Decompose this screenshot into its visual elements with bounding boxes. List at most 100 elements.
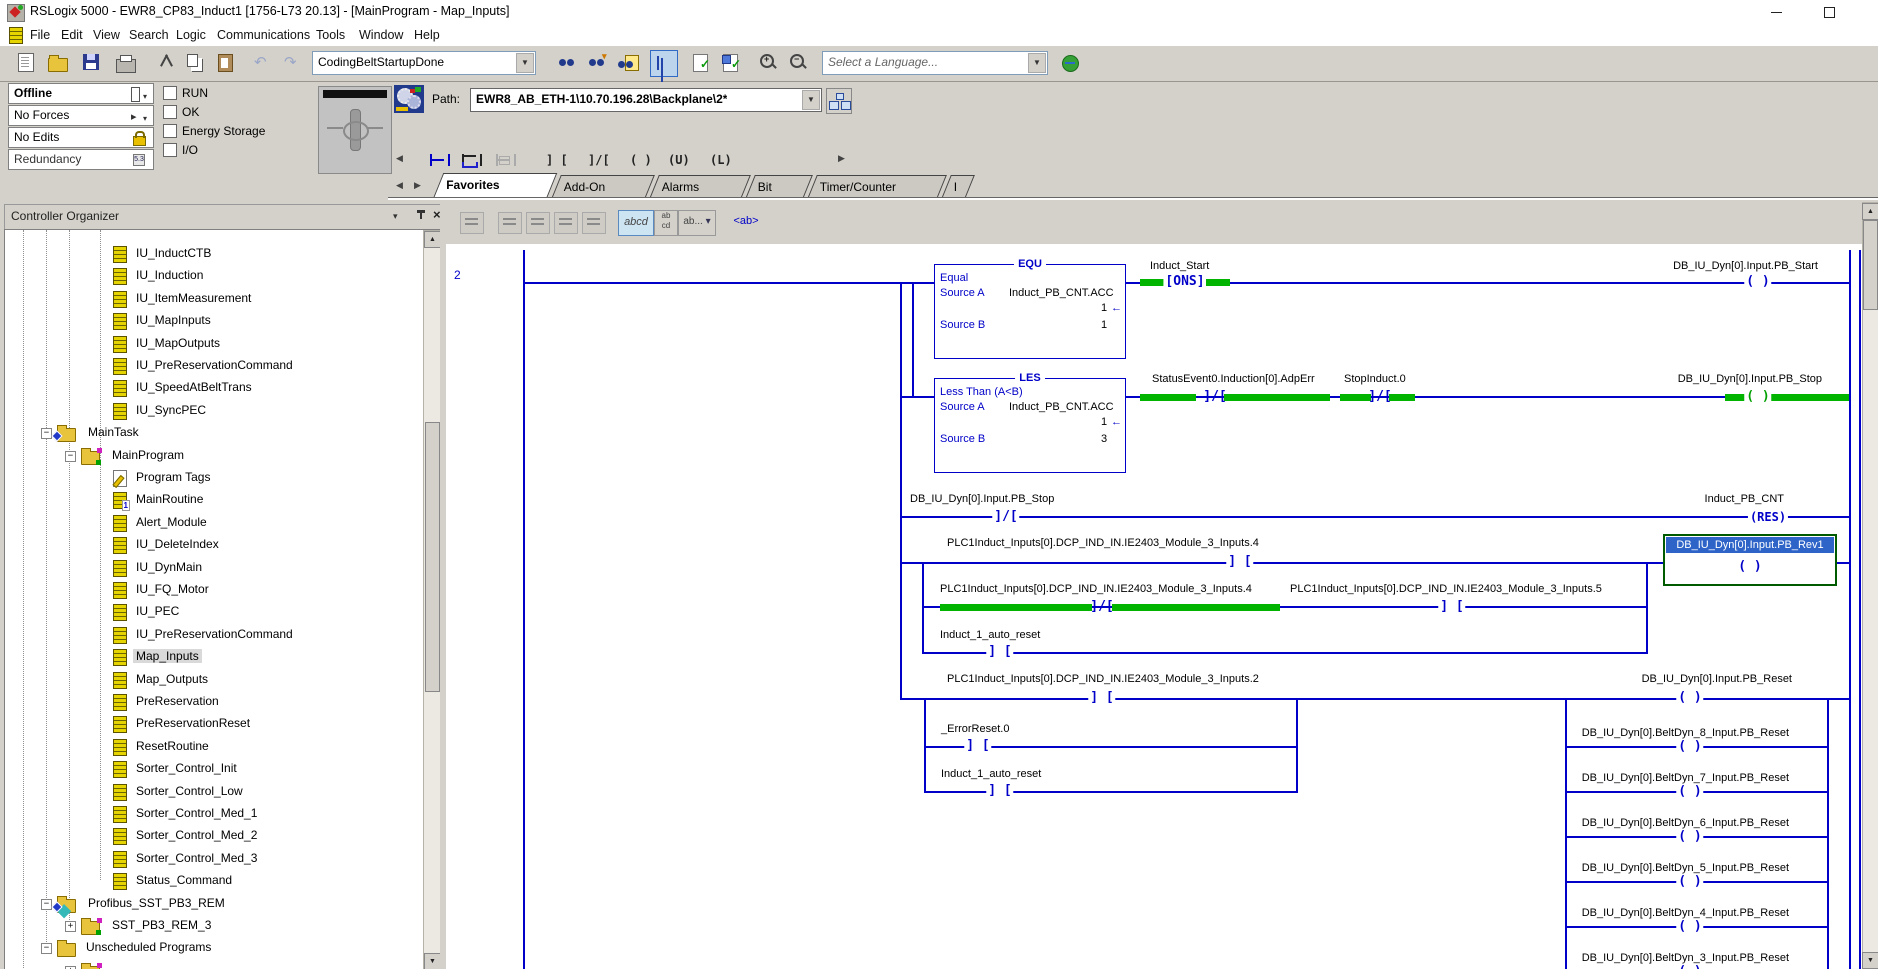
tag-label[interactable]: StopInduct.0 xyxy=(1344,373,1406,385)
tree-expander-icon[interactable]: − xyxy=(41,943,52,955)
tree-item-IU_InductCTB[interactable]: IU_InductCTB xyxy=(5,243,425,265)
find-icon[interactable] xyxy=(556,51,581,75)
tree-item-Sorter_Control_Init[interactable]: Sorter_Control_Init xyxy=(5,758,425,780)
tag-display-toggle[interactable]: <ab> xyxy=(728,210,764,234)
output-coil[interactable]: ( ) xyxy=(1676,965,1704,969)
menu-search[interactable]: Search xyxy=(125,27,173,43)
tree-item-IU_PEC[interactable]: IU_PEC xyxy=(5,601,425,623)
output-coil[interactable]: ( ) xyxy=(1676,875,1704,889)
organizer-menu-chevron-icon[interactable]: ▾ xyxy=(393,211,398,222)
zoom-in-icon[interactable]: + xyxy=(756,51,781,75)
tag-label[interactable]: Induct_1_auto_reset xyxy=(941,768,1041,780)
chevron-down-icon[interactable]: ▼ xyxy=(1028,53,1046,73)
tree-item-IU_PreReservationCommand[interactable]: IU_PreReservationCommand xyxy=(5,624,425,646)
paste-icon[interactable] xyxy=(214,51,239,75)
tag-label[interactable]: DB_IU_Dyn[0].BeltDyn_4_Input.PB_Reset xyxy=(1582,907,1789,919)
controller-organizer-toggle-button[interactable] xyxy=(650,50,678,77)
output-coil[interactable]: ( ) xyxy=(1744,390,1772,404)
tag-label[interactable]: DB_IU_Dyn[0].BeltDyn_6_Input.PB_Reset xyxy=(1582,817,1789,829)
output-coil[interactable]: ( ) xyxy=(1676,691,1704,705)
tag-label[interactable]: DB_IU_Dyn[0].Input.PB_Reset xyxy=(1642,673,1792,685)
menu-help[interactable]: Help xyxy=(410,27,444,43)
tree-item-partial[interactable]: + xyxy=(5,960,425,969)
tag-label[interactable]: Induct_PB_CNT xyxy=(1705,493,1784,505)
tab-timer-counter[interactable]: Timer/Counter xyxy=(807,175,947,199)
scroll-up-icon[interactable]: ▲ xyxy=(424,231,441,248)
no-contact[interactable]: ] [ xyxy=(986,645,1014,659)
edits-status-box[interactable]: No Edits xyxy=(8,127,154,148)
res-coil[interactable]: (RES) xyxy=(1747,510,1789,524)
chevron-down-icon[interactable]: ▾ xyxy=(143,92,147,101)
undo-icon[interactable]: ↶ xyxy=(250,51,275,75)
tree-item-PreReservation[interactable]: PreReservation xyxy=(5,691,425,713)
display-options-menu[interactable]: ab... ▾ xyxy=(678,210,716,236)
selected-coil-tag[interactable]: DB_IU_Dyn[0].Input.PB_Rev1 xyxy=(1666,537,1834,553)
scroll-down-icon[interactable]: ▼ xyxy=(424,953,441,969)
find-next-icon[interactable]: ▾ xyxy=(586,51,611,75)
nc-contact[interactable]: ]/[ xyxy=(992,510,1020,524)
tag-label[interactable]: Induct_1_auto_reset xyxy=(940,629,1040,641)
chevron-down-icon[interactable]: ▼ xyxy=(802,90,820,110)
tree-item-Map_Inputs[interactable]: Map_Inputs xyxy=(5,646,425,668)
tag-label[interactable]: DB_IU_Dyn[0].BeltDyn_7_Input.PB_Reset xyxy=(1582,772,1789,784)
selected-output-coil[interactable]: DB_IU_Dyn[0].Input.PB_Rev1 ( ) xyxy=(1663,534,1837,586)
output-coil[interactable]: ( ) xyxy=(1676,920,1704,934)
no-contact[interactable]: ] [ xyxy=(1226,555,1254,569)
tree-expander-icon[interactable]: − xyxy=(41,898,52,910)
run-checkbox[interactable] xyxy=(163,86,177,100)
tag-label[interactable]: PLC1Induct_Inputs[0].DCP_IND_IN.IE2403_M… xyxy=(947,673,1259,685)
tag-label[interactable]: DB_IU_Dyn[0].Input.PB_Stop xyxy=(1678,373,1822,385)
tag-label[interactable]: PLC1Induct_Inputs[0].DCP_IND_IN.IE2403_M… xyxy=(947,537,1259,549)
menu-window[interactable]: Window xyxy=(355,27,407,43)
tag-label[interactable]: DB_IU_Dyn[0].Input.PB_Stop xyxy=(910,493,1054,505)
pin-icon[interactable] xyxy=(415,210,427,222)
menu-tools[interactable]: Tools xyxy=(312,27,349,43)
tree-expander-icon[interactable]: − xyxy=(65,450,76,462)
tree-item-Sorter_Control_Med_3[interactable]: Sorter_Control_Med_3 xyxy=(5,848,425,870)
no-contact[interactable]: ] [ xyxy=(1438,600,1466,614)
equ-source-a-operand[interactable]: Induct_PB_CNT.ACC xyxy=(1009,287,1114,299)
no-contact[interactable]: ] [ xyxy=(1088,691,1116,705)
tree-item-IU_MapOutputs[interactable]: IU_MapOutputs xyxy=(5,333,425,355)
organizer-scroll-thumb[interactable] xyxy=(425,422,440,692)
tab-bit[interactable]: Bit xyxy=(745,175,813,199)
tab-add-on[interactable]: Add-On xyxy=(551,175,655,199)
tree-item-Status_Command[interactable]: Status_Command xyxy=(5,870,425,892)
rung-number[interactable]: 2 xyxy=(454,268,461,282)
io-checkbox[interactable] xyxy=(163,143,177,157)
menu-file[interactable]: File xyxy=(26,27,54,43)
output-coil[interactable]: ( ) xyxy=(1744,275,1772,289)
ons-instruction[interactable]: [ONS] xyxy=(1163,275,1207,289)
forces-status-box[interactable]: No Forces ▸ ▾ xyxy=(8,105,154,126)
tree-item-IU_SpeedAtBeltTrans[interactable]: IU_SpeedAtBeltTrans xyxy=(5,377,425,399)
palette-latch-coil[interactable]: (L) xyxy=(710,150,732,170)
tag-label[interactable]: StatusEvent0.Induction[0].AdpErr xyxy=(1152,373,1315,385)
output-coil[interactable]: ( ) xyxy=(1676,740,1704,754)
tree-item-ResetRoutine[interactable]: ResetRoutine xyxy=(5,736,425,758)
tree-item-IU_Induction[interactable]: IU_Induction xyxy=(5,265,425,287)
ladder-scroll-thumb[interactable] xyxy=(1863,220,1878,310)
tree-item-PreReservationReset[interactable]: PreReservationReset xyxy=(5,713,425,735)
scroll-down-icon[interactable]: ▼ xyxy=(1862,952,1878,969)
tab-scroll-left-icon[interactable]: ◀ xyxy=(396,180,403,191)
language-selector[interactable]: Select a Language... ▼ xyxy=(822,51,1048,75)
verify-controller-icon[interactable]: ✓ xyxy=(720,51,745,75)
open-icon[interactable] xyxy=(46,51,71,75)
tree-expander-icon[interactable]: + xyxy=(65,921,76,932)
chevron-down-icon[interactable]: ▼ xyxy=(516,53,534,73)
new-icon[interactable] xyxy=(14,51,39,75)
tree-item-IU_ItemMeasurement[interactable]: IU_ItemMeasurement xyxy=(5,288,425,310)
tree-item-MainTask[interactable]: − MainTask xyxy=(5,422,425,444)
new-rung-icon[interactable] xyxy=(430,154,450,166)
verify-routine-icon[interactable]: ✓ xyxy=(690,51,715,75)
menu-view[interactable]: View xyxy=(89,27,124,43)
energy-storage-checkbox[interactable] xyxy=(163,124,177,138)
tree-item-MainProgram[interactable]: − MainProgram xyxy=(5,445,425,467)
palette-unlatch-coil[interactable]: (U) xyxy=(668,150,690,170)
tree-item-Sorter_Control_Low[interactable]: Sorter_Control_Low xyxy=(5,781,425,803)
equ-source-b-value[interactable]: 1 xyxy=(1101,319,1107,331)
tree-item-Map_Outputs[interactable]: Map_Outputs xyxy=(5,669,425,691)
palette-scroll-left-icon[interactable]: ◀ xyxy=(396,153,403,164)
search-in-routines-icon[interactable] xyxy=(616,51,641,75)
les-source-b-value[interactable]: 3 xyxy=(1101,433,1107,445)
